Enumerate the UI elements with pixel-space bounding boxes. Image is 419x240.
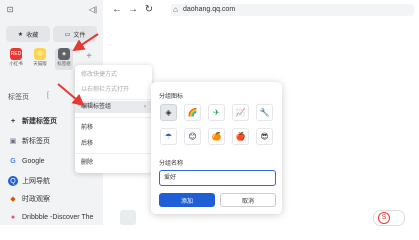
plus-icon: + bbox=[10, 117, 16, 125]
group-icon-title: 分组图标 bbox=[159, 94, 184, 100]
folder-icon[interactable] bbox=[120, 210, 136, 225]
orange-icon: 🍊 bbox=[211, 132, 222, 141]
tab-web-navigation[interactable]: Q 上网导航 bbox=[0, 172, 103, 190]
dribbble-icon: ● bbox=[10, 213, 16, 221]
shortcut-tile-tianmao[interactable]: 😊 天猫版 bbox=[31, 48, 49, 70]
favorites-label: 收藏 bbox=[26, 32, 39, 39]
group-icon-option-chart[interactable]: 📈 bbox=[232, 104, 249, 121]
menu-divider bbox=[75, 153, 152, 154]
menu-item-label: 编辑标签组 bbox=[81, 104, 112, 110]
tab-label: 时政观察 bbox=[22, 196, 50, 203]
sogou-icon: S bbox=[378, 212, 390, 224]
menu-item-move-backward[interactable]: 后移 bbox=[75, 138, 152, 150]
wrench-icon: 🔧 bbox=[259, 108, 270, 117]
cancel-button[interactable]: 取消 bbox=[220, 193, 276, 207]
menu-item-label: 修改快捷方式 bbox=[81, 72, 118, 78]
google-icon: G bbox=[10, 157, 16, 165]
group-icon-option-orange[interactable]: 🍊 bbox=[208, 128, 225, 145]
favorites-pill[interactable]: ★ 收藏 bbox=[6, 26, 50, 42]
menu-divider bbox=[75, 117, 152, 118]
umbrella-icon: ☂ bbox=[164, 132, 173, 141]
home-icon[interactable]: ⌂ bbox=[173, 4, 178, 16]
group-icon-option-plane[interactable]: ✈ bbox=[208, 104, 225, 121]
group-icon-option-sunglasses[interactable]: 😎 bbox=[256, 128, 273, 145]
smile-icon: 😊 bbox=[188, 132, 197, 141]
tile-label: 标签组 bbox=[57, 61, 71, 66]
menu-item-open-in-sidebar[interactable]: 以右侧栏方式打开 bbox=[75, 84, 152, 96]
tab-label: 新标签页 bbox=[22, 138, 50, 145]
sunglasses-icon: 😎 bbox=[260, 132, 269, 141]
group-icon-option-layers[interactable]: ◈ bbox=[160, 104, 177, 121]
context-menu: 修改快捷方式 以右侧栏方式打开 编辑标签组 › 前移 后移 删除 bbox=[75, 65, 152, 173]
files-pill[interactable]: ▭ 文件 bbox=[53, 26, 97, 42]
toolbar: ← → ↻ ⌂ daohang.qq.com bbox=[103, 0, 419, 20]
layers-icon: ◈ bbox=[165, 108, 172, 117]
files-label: 文件 bbox=[73, 32, 86, 39]
smiley-icon: 😊 bbox=[34, 48, 46, 60]
apple-icon: 🍎 bbox=[235, 132, 246, 141]
plus-icon: + bbox=[86, 51, 92, 62]
group-icon-option-rainbow[interactable]: 🌈 bbox=[184, 104, 201, 121]
plane-icon: ✈ bbox=[213, 108, 220, 117]
tab-news[interactable]: ◆ 时政观察 bbox=[0, 190, 103, 208]
reload-icon[interactable]: ↻ bbox=[143, 3, 155, 15]
group-icon-option-umbrella[interactable]: ☂ bbox=[160, 128, 177, 145]
rainbow-icon: 🌈 bbox=[187, 108, 198, 117]
chart-icon: 📈 bbox=[235, 108, 246, 117]
news-icon: ◆ bbox=[10, 196, 16, 203]
add-button[interactable]: 添加 bbox=[159, 193, 215, 207]
tab-label: Google bbox=[22, 157, 45, 165]
collapse-sidebar-icon[interactable]: ◁| bbox=[87, 3, 99, 15]
qq-nav-icon: Q bbox=[8, 176, 18, 186]
app-icon[interactable]: ⊡ bbox=[4, 3, 16, 15]
menu-divider bbox=[75, 99, 152, 100]
shortcut-tile-tab-group[interactable]: ◈ 标签组 bbox=[55, 48, 73, 70]
menu-item-move-forward[interactable]: 前移 bbox=[75, 122, 152, 134]
address-bar[interactable]: ⌂ daohang.qq.com bbox=[171, 4, 414, 16]
forward-icon[interactable]: → bbox=[127, 3, 139, 15]
folder-icon: ▭ bbox=[64, 31, 71, 38]
group-name-input[interactable]: 爱好 bbox=[159, 170, 276, 186]
tile-label: 小红书 bbox=[9, 61, 23, 66]
chevron-right-icon: › bbox=[144, 104, 146, 110]
sogou-input-indicator[interactable]: S bbox=[373, 210, 405, 226]
group-icon-option-wrench[interactable]: 🔧 bbox=[256, 104, 273, 121]
tab-group-panel: 分组图标 ◈ 🌈 ✈ 📈 🔧 ☂ 😊 🍊 🍎 😎 分组名称 爱好 添加 取消 bbox=[151, 82, 282, 214]
group-name-title: 分组名称 bbox=[159, 161, 184, 167]
menu-item-edit-shortcut[interactable]: 修改快捷方式 bbox=[75, 69, 152, 81]
page-icon: ▣ bbox=[9, 138, 17, 145]
tabs-section-title: 标签页 bbox=[8, 94, 29, 101]
menu-item-label: 前移 bbox=[81, 125, 94, 131]
url-text[interactable]: daohang.qq.com bbox=[183, 4, 235, 16]
menu-item-label: 删除 bbox=[81, 160, 94, 166]
tab-label: 新建标签页 bbox=[22, 118, 57, 125]
tab-label: 上网导航 bbox=[22, 178, 50, 185]
menu-item-label: 以右侧栏方式打开 bbox=[81, 87, 130, 93]
group-icon-option-smile[interactable]: 😊 bbox=[184, 128, 201, 145]
xiaohongshu-icon: RED bbox=[10, 48, 22, 60]
menu-item-label: 后移 bbox=[81, 141, 94, 147]
menu-item-edit-tab-group[interactable]: 编辑标签组 › bbox=[75, 101, 152, 113]
tile-label: 天猫版 bbox=[33, 61, 47, 66]
shortcut-tile-xiaohongshu[interactable]: RED 小红书 bbox=[7, 48, 25, 70]
star-icon: ★ bbox=[17, 31, 24, 38]
tab-dribbble[interactable]: ● Dribbble -Discover The bbox=[0, 208, 103, 226]
group-icon-option-apple[interactable]: 🍎 bbox=[232, 128, 249, 145]
tabs-section-extra: [ bbox=[47, 92, 49, 99]
tab-label: Dribbble -Discover The bbox=[22, 213, 94, 221]
menu-item-delete[interactable]: 删除 bbox=[75, 157, 152, 169]
layers-icon: ◈ bbox=[58, 48, 70, 60]
back-icon[interactable]: ← bbox=[111, 3, 123, 15]
